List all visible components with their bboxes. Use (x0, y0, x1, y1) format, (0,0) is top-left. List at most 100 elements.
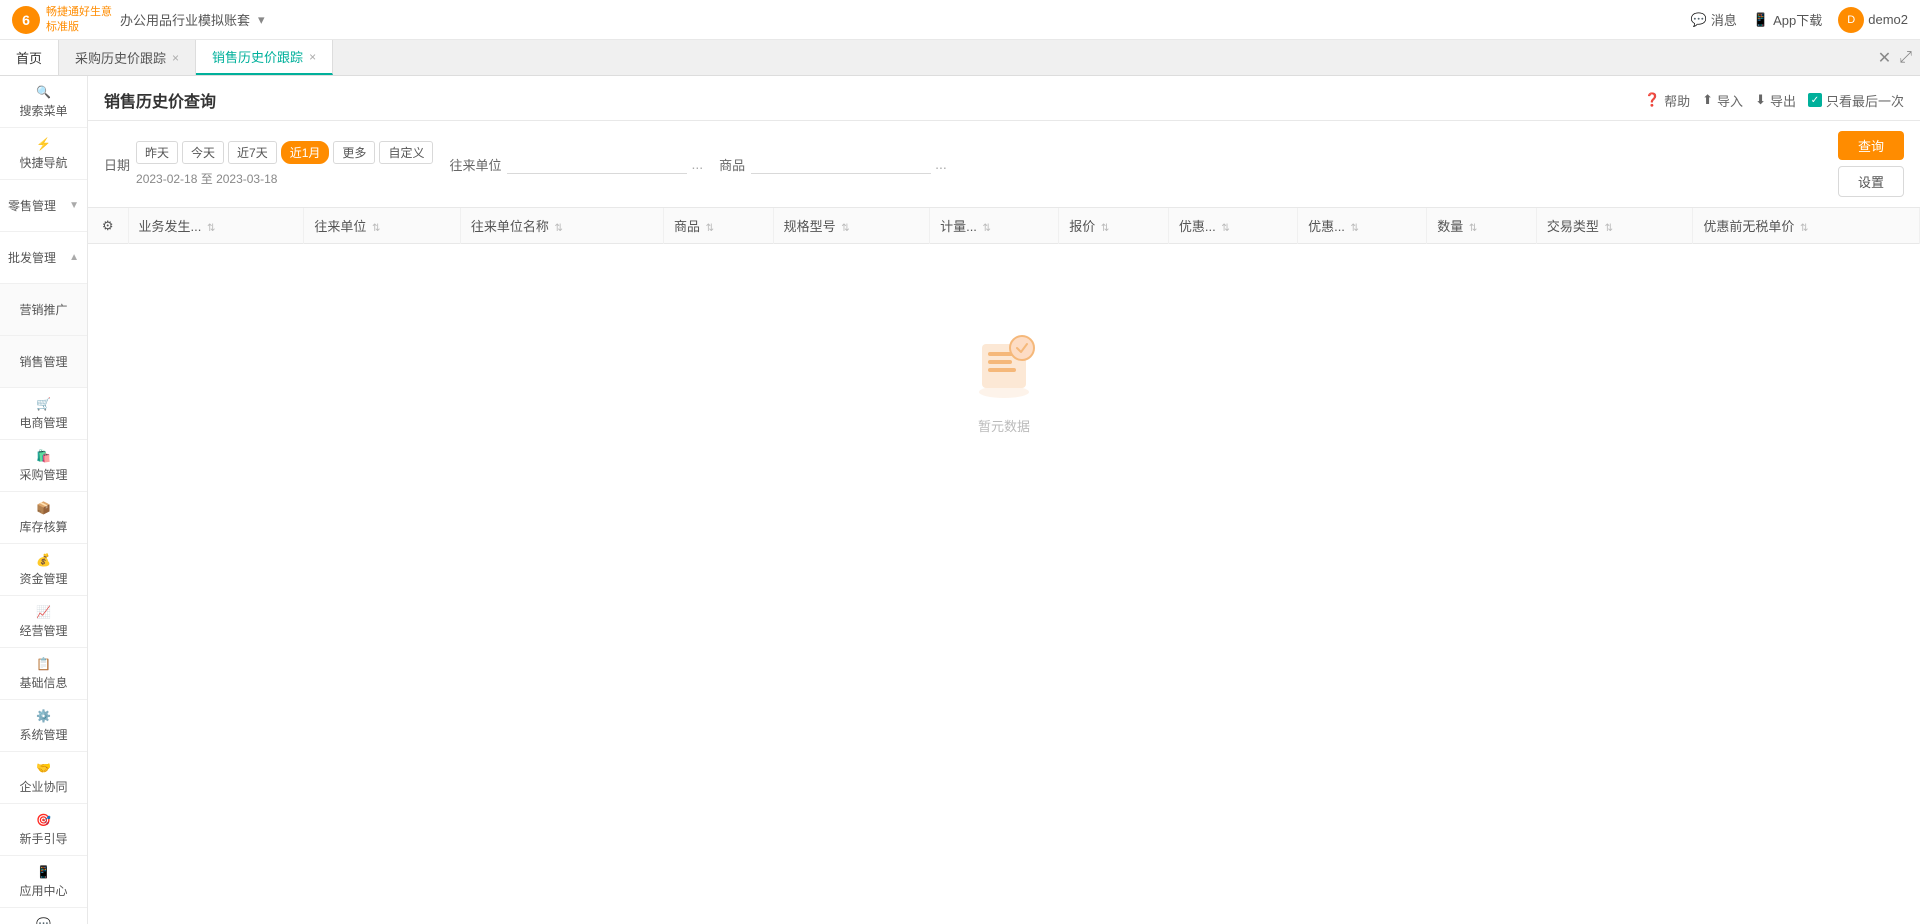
sidebar-item-newbie[interactable]: 🎯 新手引导 (0, 804, 87, 856)
sidebar-item-finance[interactable]: 💰 资金管理 (0, 544, 87, 596)
sidebar-item-system[interactable]: ⚙️ 系统管理 (0, 700, 87, 752)
date-btn-yesterday[interactable]: 昨天 (136, 141, 178, 164)
user-menu[interactable]: D demo2 (1838, 7, 1908, 33)
col-discount2[interactable]: 优惠... ⇅ (1298, 208, 1427, 244)
product-input[interactable] (751, 154, 931, 174)
date-btn-custom[interactable]: 自定义 (379, 141, 433, 164)
sidebar-item-wholesale[interactable]: 批发管理 ▲ (0, 232, 87, 284)
empty-state: 暂元数据 (88, 244, 1920, 515)
sidebar-item-search[interactable]: 🔍 搜索菜单 (0, 76, 87, 128)
ecommerce-icon: 🛒 (36, 397, 51, 411)
date-btn-1month[interactable]: 近1月 (281, 141, 330, 164)
product-filter-group: 商品 ... (719, 154, 947, 174)
date-btns: 昨天 今天 近7天 近1月 更多 自定义 (136, 141, 433, 164)
col-price-sort-icon: ⇅ (1101, 223, 1109, 234)
page-title: 销售历史价查询 (104, 88, 216, 112)
appstore-icon: 📱 (36, 865, 51, 879)
customer-dots[interactable]: ... (691, 156, 703, 172)
date-btn-more[interactable]: 更多 (333, 141, 375, 164)
topbar-dropdown-icon[interactable]: ▾ (258, 12, 265, 28)
sidebar-item-cooperation[interactable]: 🤝 企业协同 (0, 752, 87, 804)
col-settings[interactable]: ⚙ (88, 208, 128, 244)
col-customer-name[interactable]: 往来单位名称 ⇅ (460, 208, 663, 244)
main-layout: 🔍 搜索菜单 ⚡ 快捷导航 零售管理 ▼ 批发管理 ▲ 营销推广 销售管理 🛒 … (0, 76, 1920, 924)
app-download-btn[interactable]: 📱 App下载 (1753, 10, 1822, 29)
col-customer-code[interactable]: 往来单位 ⇅ (304, 208, 460, 244)
date-col: 昨天 今天 近7天 近1月 更多 自定义 2023-02-18 至 2023-0… (136, 141, 433, 187)
col-discount1[interactable]: 优惠... ⇅ (1168, 208, 1297, 244)
page-header-actions: ❓ 帮助 ⬆ 导入 ⬇ 导出 ✓ 只看最后一次 (1644, 91, 1904, 110)
help-btn[interactable]: ❓ 帮助 (1644, 91, 1690, 110)
col-customer-name-sort-icon: ⇅ (554, 223, 562, 234)
product-dots[interactable]: ... (935, 156, 947, 172)
col-trade-type[interactable]: 交易类型 ⇅ (1536, 208, 1692, 244)
operations-icon: 📈 (36, 605, 51, 619)
sidebar-item-inventory[interactable]: 📦 库存核算 (0, 492, 87, 544)
tab-sales-close[interactable]: × (309, 50, 316, 64)
sidebar: 🔍 搜索菜单 ⚡ 快捷导航 零售管理 ▼ 批发管理 ▲ 营销推广 销售管理 🛒 … (0, 76, 88, 924)
query-button[interactable]: 查询 (1838, 131, 1904, 160)
tab-purchase-history[interactable]: 采购历史价跟踪 × (59, 40, 196, 75)
app-icon: 📱 (1753, 12, 1769, 28)
customer-input[interactable] (507, 154, 687, 174)
tab-sales-history[interactable]: 销售历史价跟踪 × (196, 40, 333, 75)
sidebar-item-basic-info[interactable]: 📋 基础信息 (0, 648, 87, 700)
quicknav-icon: ⚡ (36, 137, 51, 151)
col-qty-sort-icon: ⇅ (1469, 223, 1477, 234)
customer-input-wrap: ... (507, 154, 703, 174)
col-price[interactable]: 报价 ⇅ (1059, 208, 1169, 244)
export-btn[interactable]: ⬇ 导出 (1755, 91, 1796, 110)
only-last-checkbox[interactable]: ✓ (1808, 93, 1822, 107)
message-icon: 💬 (1691, 12, 1707, 28)
import-icon: ⬆ (1702, 92, 1713, 108)
col-unit-sort-icon: ⇅ (983, 223, 991, 234)
tab-close-all-btn[interactable]: ✕ (1878, 48, 1891, 68)
only-last-checkbox-label[interactable]: ✓ 只看最后一次 (1808, 91, 1904, 110)
sidebar-item-appstore[interactable]: 📱 应用中心 (0, 856, 87, 908)
finance-icon: 💰 (36, 553, 51, 567)
col-spec[interactable]: 规格型号 ⇅ (773, 208, 929, 244)
logo-area: 6 畅捷通好生意 标准版 (12, 5, 112, 34)
tab-purchase-close[interactable]: × (172, 51, 179, 65)
col-date-sort-icon: ⇅ (207, 223, 215, 234)
sidebar-item-operations[interactable]: 📈 经营管理 (0, 596, 87, 648)
filter-bar: 日期 昨天 今天 近7天 近1月 更多 自定义 2023-02-18 至 202… (88, 121, 1920, 208)
sidebar-item-ecommerce[interactable]: 🛒 电商管理 (0, 388, 87, 440)
sidebar-item-purchase[interactable]: 🛍️ 采购管理 (0, 440, 87, 492)
enterprise-wechat-icon: 💬 (36, 917, 51, 924)
avatar: D (1838, 7, 1864, 33)
help-icon: ❓ (1644, 92, 1660, 108)
retail-arrow-icon: ▼ (69, 200, 79, 211)
table-wrap: ⚙ 业务发生... ⇅ 往来单位 ⇅ 往来单位名称 ⇅ (88, 208, 1920, 924)
message-btn[interactable]: 💬 消息 (1691, 10, 1737, 29)
tab-expand-btn[interactable]: ⤢ (1899, 49, 1912, 67)
date-btn-today[interactable]: 今天 (182, 141, 224, 164)
col-qty[interactable]: 数量 ⇅ (1427, 208, 1537, 244)
col-spec-sort-icon: ⇅ (841, 223, 849, 234)
setting-button[interactable]: 设置 (1838, 166, 1904, 197)
col-customer-code-sort-icon: ⇅ (372, 223, 380, 234)
purchase-icon: 🛍️ (36, 449, 51, 463)
import-btn[interactable]: ⬆ 导入 (1702, 91, 1743, 110)
col-product[interactable]: 商品 ⇅ (663, 208, 773, 244)
sidebar-item-quicknav[interactable]: ⚡ 快捷导航 (0, 128, 87, 180)
empty-icon (964, 324, 1044, 404)
tabbar: 首页 采购历史价跟踪 × 销售历史价跟踪 × ✕ ⤢ (0, 40, 1920, 76)
date-btn-7days[interactable]: 近7天 (228, 141, 277, 164)
sidebar-item-retail[interactable]: 零售管理 ▼ (0, 180, 87, 232)
topbar: 6 畅捷通好生意 标准版 办公用品行业模拟账套 ▾ 💬 消息 📱 App下载 D… (0, 0, 1920, 40)
customer-filter-group: 往来单位 ... (449, 154, 703, 174)
sidebar-item-sales-mgmt[interactable]: 销售管理 (0, 336, 87, 388)
logo-icon: 6 (12, 6, 40, 34)
content: 销售历史价查询 ❓ 帮助 ⬆ 导入 ⬇ 导出 ✓ 只看最后一次 (88, 76, 1920, 924)
data-table: ⚙ 业务发生... ⇅ 往来单位 ⇅ 往来单位名称 ⇅ (88, 208, 1920, 244)
date-range: 2023-02-18 至 2023-03-18 (136, 170, 433, 187)
sidebar-item-marketing[interactable]: 营销推广 (0, 284, 87, 336)
col-product-sort-icon: ⇅ (706, 223, 714, 234)
sidebar-item-enterprise-wechat[interactable]: 💬 企业微信 (0, 908, 87, 924)
col-pretax-price[interactable]: 优惠前无税单价 ⇅ (1693, 208, 1920, 244)
col-unit[interactable]: 计量... ⇅ (930, 208, 1059, 244)
col-date[interactable]: 业务发生... ⇅ (128, 208, 304, 244)
page-header: 销售历史价查询 ❓ 帮助 ⬆ 导入 ⬇ 导出 ✓ 只看最后一次 (88, 76, 1920, 121)
tab-home[interactable]: 首页 (0, 40, 59, 75)
